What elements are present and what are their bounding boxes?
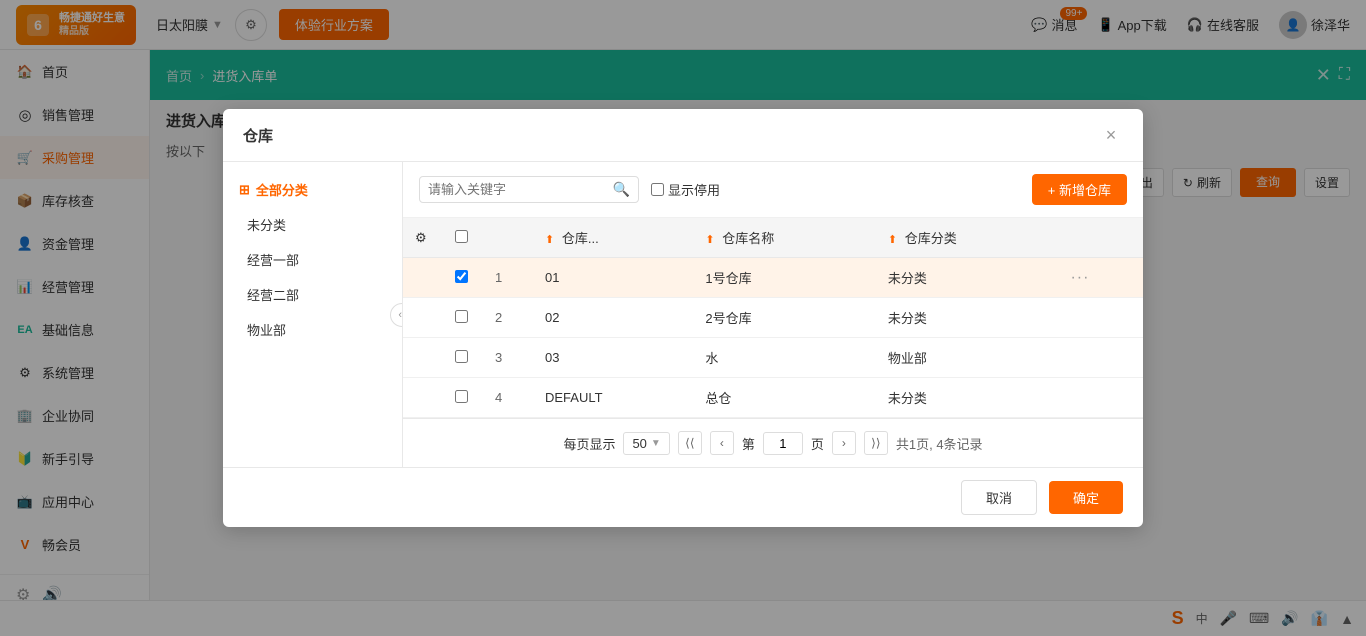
last-page-btn[interactable]: ⟩⟩ [864, 431, 888, 455]
modal-overlay: 仓库 × ⊞ 全部分类 未分类 经营一部 经营二部 物业部 [0, 0, 1366, 636]
row-gear-cell [403, 378, 443, 418]
table-row[interactable]: 1 01 1号仓库 未分类 ··· [403, 258, 1143, 298]
row-code-cell: DEFAULT [533, 378, 693, 418]
col-header-num [483, 218, 533, 258]
pagination: 每页显示 50 ▼ ⟨⟨ ‹ 第 页 › ⟩⟩ 共1页, 4条记录 [403, 418, 1143, 467]
row-num-cell: 1 [483, 258, 533, 298]
row-checkbox[interactable] [455, 390, 468, 403]
page-number-input[interactable] [763, 432, 803, 455]
row-code-cell: 03 [533, 338, 693, 378]
table-row[interactable]: 3 03 水 物业部 [403, 338, 1143, 378]
col-header-check [443, 218, 483, 258]
cancel-button[interactable]: 取消 [961, 480, 1037, 515]
row-num-cell: 4 [483, 378, 533, 418]
row-num-cell: 3 [483, 338, 533, 378]
search-input[interactable] [428, 182, 613, 197]
grid-icon: ⊞ [239, 182, 250, 198]
col-header-gear[interactable]: ⚙ [403, 218, 443, 258]
category-item-uncat[interactable]: 未分类 [223, 207, 402, 242]
category-item-dept1[interactable]: 经营一部 [223, 242, 402, 277]
search-icon[interactable]: 🔍 [613, 181, 630, 198]
row-actions-cell: ··· [1058, 258, 1143, 298]
table-panel: 🔍 显示停用 + 新增仓库 [403, 162, 1143, 467]
sort-icon-name: ⬆ [705, 234, 714, 246]
table-toolbar: 🔍 显示停用 + 新增仓库 [403, 162, 1143, 218]
row-code-cell: 02 [533, 298, 693, 338]
modal-header: 仓库 × [223, 109, 1143, 162]
row-gear-cell [403, 298, 443, 338]
row-name-cell: 总仓 [693, 378, 876, 418]
col-header-actions [1058, 218, 1143, 258]
data-table: ⚙ ⬆ 仓库... [403, 218, 1143, 418]
row-category-cell: 未分类 [876, 258, 1059, 298]
gear-icon: ⚙ [415, 230, 427, 245]
row-gear-cell [403, 338, 443, 378]
row-name-cell: 水 [693, 338, 876, 378]
row-name-cell: 2号仓库 [693, 298, 876, 338]
prev-page-btn[interactable]: ‹ [710, 431, 734, 455]
sort-icon-code: ⬆ [545, 234, 554, 246]
row-actions-cell [1058, 378, 1143, 418]
page-size-arrow: ▼ [651, 438, 661, 449]
category-item-dept2[interactable]: 经营二部 [223, 277, 402, 312]
row-name-cell: 1号仓库 [693, 258, 876, 298]
row-category-cell: 未分类 [876, 378, 1059, 418]
category-panel: ⊞ 全部分类 未分类 经营一部 经营二部 物业部 ‹‹ [223, 162, 403, 467]
row-check-cell[interactable] [443, 338, 483, 378]
row-check-cell[interactable] [443, 378, 483, 418]
category-item-property[interactable]: 物业部 [223, 312, 402, 347]
modal-close-button[interactable]: × [1099, 123, 1123, 147]
modal-footer: 取消 确定 [223, 467, 1143, 527]
row-dots-icon[interactable]: ··· [1070, 269, 1089, 286]
row-category-cell: 物业部 [876, 338, 1059, 378]
row-checkbox[interactable] [455, 270, 468, 283]
row-checkbox[interactable] [455, 350, 468, 363]
first-page-btn[interactable]: ⟨⟨ [678, 431, 702, 455]
sort-icon-category: ⬆ [888, 234, 897, 246]
row-code-cell: 01 [533, 258, 693, 298]
modal-title: 仓库 [243, 125, 273, 146]
add-warehouse-btn[interactable]: + 新增仓库 [1032, 174, 1127, 205]
row-actions-cell [1058, 298, 1143, 338]
row-gear-cell [403, 258, 443, 298]
row-actions-cell [1058, 338, 1143, 378]
row-category-cell: 未分类 [876, 298, 1059, 338]
show-disabled-row: 显示停用 [651, 180, 720, 199]
select-all-checkbox[interactable] [455, 230, 468, 243]
show-disabled-checkbox[interactable] [651, 183, 664, 196]
table-row[interactable]: 4 DEFAULT 总仓 未分类 [403, 378, 1143, 418]
page-size-select[interactable]: 50 ▼ [623, 432, 669, 455]
search-box: 🔍 [419, 176, 639, 203]
row-check-cell[interactable] [443, 258, 483, 298]
row-checkbox[interactable] [455, 310, 468, 323]
next-page-btn[interactable]: › [832, 431, 856, 455]
all-categories-item[interactable]: ⊞ 全部分类 [223, 172, 402, 207]
row-num-cell: 2 [483, 298, 533, 338]
table-row[interactable]: 2 02 2号仓库 未分类 [403, 298, 1143, 338]
row-check-cell[interactable] [443, 298, 483, 338]
col-header-category[interactable]: ⬆ 仓库分类 [876, 218, 1059, 258]
confirm-button[interactable]: 确定 [1049, 481, 1123, 514]
warehouse-modal: 仓库 × ⊞ 全部分类 未分类 经营一部 经营二部 物业部 [223, 109, 1143, 527]
modal-body: ⊞ 全部分类 未分类 经营一部 经营二部 物业部 ‹‹ [223, 162, 1143, 467]
col-header-name[interactable]: ⬆ 仓库名称 [693, 218, 876, 258]
col-header-code[interactable]: ⬆ 仓库... [533, 218, 693, 258]
